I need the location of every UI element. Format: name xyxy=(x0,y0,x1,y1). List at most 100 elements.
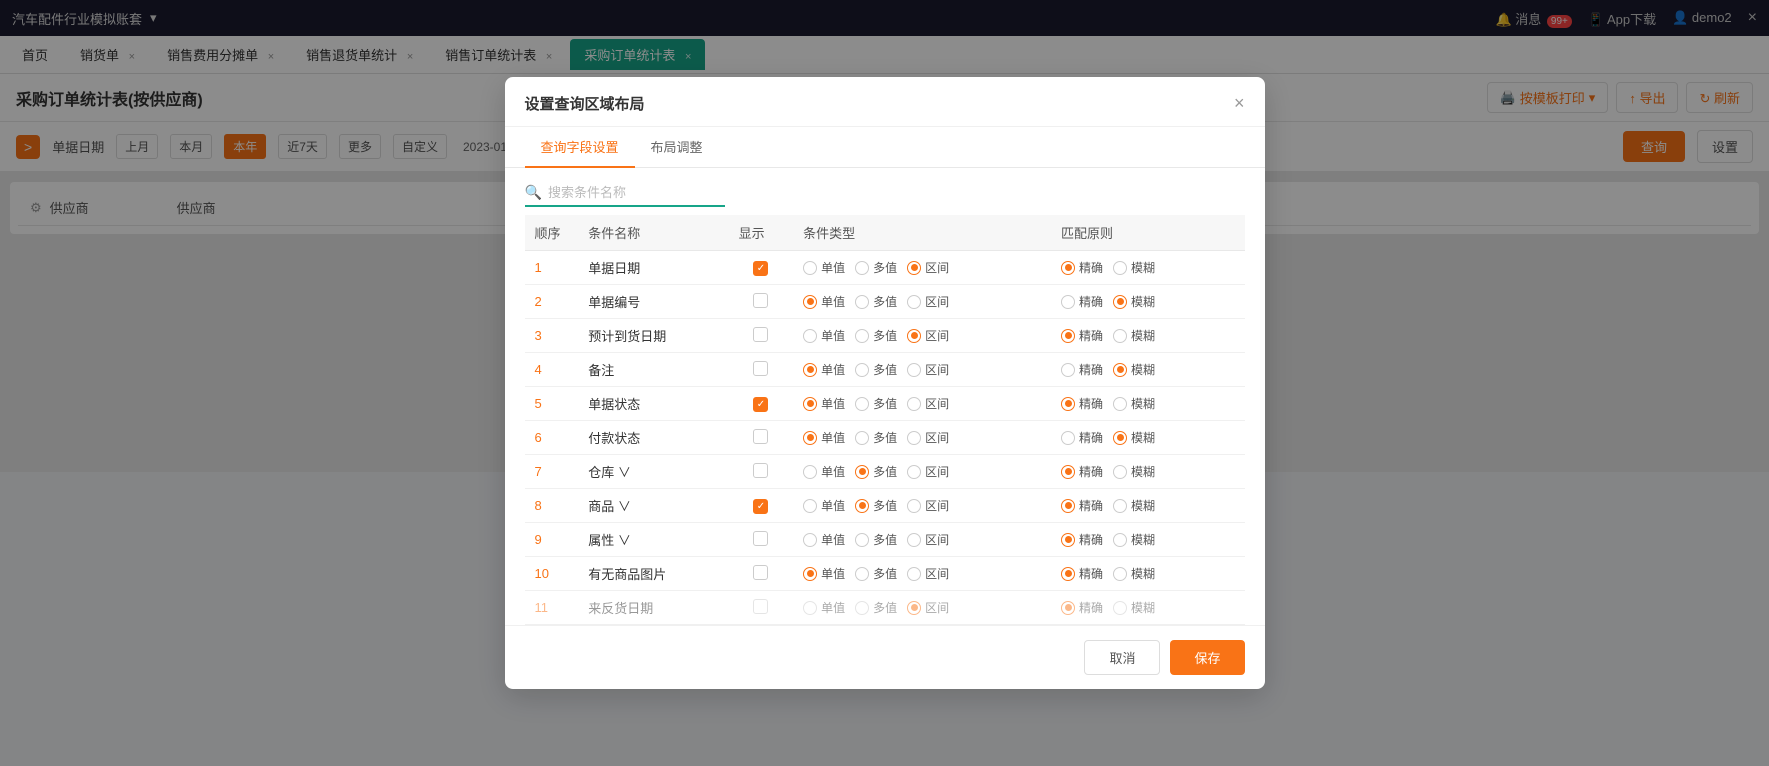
checkbox-icon[interactable] xyxy=(753,531,768,546)
radio-label: 单值 xyxy=(821,429,845,446)
match-radio-fuzzy[interactable]: 模糊 xyxy=(1113,327,1155,344)
match-radio-fuzzy[interactable]: 模糊 xyxy=(1113,565,1155,582)
checkbox-icon[interactable] xyxy=(753,565,768,580)
match-radio-precise[interactable]: 精确 xyxy=(1061,327,1103,344)
type-radio-multi[interactable]: 多值 xyxy=(855,259,897,276)
modal-tab-query-fields[interactable]: 查询字段设置 xyxy=(525,127,635,168)
row-show-checkbox[interactable] xyxy=(729,285,793,319)
type-radio-multi[interactable]: 多值 xyxy=(855,395,897,412)
type-radio-interval[interactable]: 区间 xyxy=(907,497,949,514)
match-radio-precise[interactable]: 精确 xyxy=(1061,429,1103,446)
checkbox-icon[interactable]: ✓ xyxy=(753,397,768,412)
row-show-checkbox[interactable] xyxy=(729,523,793,557)
checkbox-icon[interactable] xyxy=(753,293,768,308)
type-radio-multi[interactable]: 多值 xyxy=(855,463,897,480)
row-show-checkbox[interactable] xyxy=(729,591,793,625)
match-radio-fuzzy[interactable]: 模糊 xyxy=(1113,497,1155,514)
type-radio-interval[interactable]: 区间 xyxy=(907,327,949,344)
type-radio-multi[interactable]: 多值 xyxy=(855,565,897,582)
row-show-checkbox[interactable]: ✓ xyxy=(729,489,793,523)
table-row: 3预计到货日期单值多值区间精确模糊 xyxy=(525,319,1245,353)
match-radio-precise[interactable]: 精确 xyxy=(1061,463,1103,480)
row-condition-name: 商品 ∨ xyxy=(578,489,728,523)
type-radio-single[interactable]: 单值 xyxy=(803,463,845,480)
match-radio-precise[interactable]: 精确 xyxy=(1061,531,1103,548)
match-radio-fuzzy[interactable]: 模糊 xyxy=(1113,395,1155,412)
match-radio-group: 精确模糊 xyxy=(1061,463,1234,480)
type-radio-interval[interactable]: 区间 xyxy=(907,429,949,446)
type-radio-single[interactable]: 单值 xyxy=(803,361,845,378)
radio-circle-icon xyxy=(1113,295,1127,309)
row-type: 单值多值区间 xyxy=(793,285,1051,319)
radio-label: 区间 xyxy=(925,395,949,412)
type-radio-multi[interactable]: 多值 xyxy=(855,361,897,378)
search-input[interactable] xyxy=(548,185,708,200)
type-radio-single[interactable]: 单值 xyxy=(803,531,845,548)
checkbox-icon[interactable] xyxy=(753,599,768,614)
row-show-checkbox[interactable] xyxy=(729,353,793,387)
radio-label: 精确 xyxy=(1079,361,1103,378)
match-radio-precise[interactable]: 精确 xyxy=(1061,497,1103,514)
radio-label: 模糊 xyxy=(1131,327,1155,344)
type-radio-multi[interactable]: 多值 xyxy=(855,599,897,616)
match-radio-fuzzy[interactable]: 模糊 xyxy=(1113,259,1155,276)
type-radio-interval[interactable]: 区间 xyxy=(907,599,949,616)
row-show-checkbox[interactable]: ✓ xyxy=(729,251,793,285)
checkbox-icon[interactable]: ✓ xyxy=(753,499,768,514)
type-radio-single[interactable]: 单值 xyxy=(803,565,845,582)
cancel-button[interactable]: 取消 xyxy=(1084,640,1160,675)
match-radio-precise[interactable]: 精确 xyxy=(1061,395,1103,412)
modal-tabs: 查询字段设置 布局调整 xyxy=(505,127,1265,168)
row-match: 精确 模糊 xyxy=(1051,319,1244,353)
type-radio-multi[interactable]: 多值 xyxy=(855,429,897,446)
type-radio-interval[interactable]: 区间 xyxy=(907,361,949,378)
match-radio-precise[interactable]: 精确 xyxy=(1061,361,1103,378)
type-radio-interval[interactable]: 区间 xyxy=(907,259,949,276)
match-radio-fuzzy[interactable]: 模糊 xyxy=(1113,361,1155,378)
checkbox-icon[interactable] xyxy=(753,361,768,376)
type-radio-single[interactable]: 单值 xyxy=(803,259,845,276)
match-radio-fuzzy[interactable]: 模糊 xyxy=(1113,429,1155,446)
radio-circle-icon xyxy=(803,329,817,343)
checkbox-icon[interactable] xyxy=(753,327,768,342)
row-show-checkbox[interactable] xyxy=(729,455,793,489)
type-radio-interval[interactable]: 区间 xyxy=(907,565,949,582)
radio-label: 精确 xyxy=(1079,497,1103,514)
type-radio-single[interactable]: 单值 xyxy=(803,327,845,344)
radio-label: 精确 xyxy=(1079,293,1103,310)
match-radio-precise[interactable]: 精确 xyxy=(1061,293,1103,310)
type-radio-single[interactable]: 单值 xyxy=(803,599,845,616)
type-radio-single[interactable]: 单值 xyxy=(803,395,845,412)
checkbox-icon[interactable]: ✓ xyxy=(753,261,768,276)
row-match: 精确模糊 xyxy=(1051,251,1244,285)
match-radio-precise[interactable]: 精确 xyxy=(1061,565,1103,582)
type-radio-multi[interactable]: 多值 xyxy=(855,531,897,548)
type-radio-interval[interactable]: 区间 xyxy=(907,395,949,412)
type-radio-interval[interactable]: 区间 xyxy=(907,463,949,480)
type-radio-single[interactable]: 单值 xyxy=(803,497,845,514)
type-radio-multi[interactable]: 多值 xyxy=(855,497,897,514)
row-show-checkbox[interactable] xyxy=(729,557,793,591)
type-radio-interval[interactable]: 区间 xyxy=(907,531,949,548)
row-show-checkbox[interactable]: ✓ xyxy=(729,387,793,421)
match-radio-fuzzy[interactable]: 模糊 xyxy=(1113,599,1155,616)
row-order: 1 xyxy=(525,251,579,285)
type-radio-multi[interactable]: 多值 xyxy=(855,293,897,310)
match-radio-precise[interactable]: 精确 xyxy=(1061,259,1103,276)
checkbox-icon[interactable] xyxy=(753,429,768,444)
type-radio-single[interactable]: 单值 xyxy=(803,293,845,310)
match-radio-fuzzy[interactable]: 模糊 xyxy=(1113,531,1155,548)
match-radio-fuzzy[interactable]: 模糊 xyxy=(1113,463,1155,480)
match-radio-precise[interactable]: 精确 xyxy=(1061,599,1103,616)
type-radio-interval[interactable]: 区间 xyxy=(907,293,949,310)
save-button[interactable]: 保存 xyxy=(1170,640,1244,675)
checkbox-icon[interactable] xyxy=(753,463,768,478)
type-radio-single[interactable]: 单值 xyxy=(803,429,845,446)
modal-tab-layout[interactable]: 布局调整 xyxy=(635,127,719,168)
type-radio-multi[interactable]: 多值 xyxy=(855,327,897,344)
row-show-checkbox[interactable] xyxy=(729,421,793,455)
match-radio-fuzzy[interactable]: 模糊 xyxy=(1113,293,1155,310)
row-show-checkbox[interactable] xyxy=(729,319,793,353)
modal-close-button[interactable]: × xyxy=(1234,93,1245,114)
radio-label: 区间 xyxy=(925,429,949,446)
